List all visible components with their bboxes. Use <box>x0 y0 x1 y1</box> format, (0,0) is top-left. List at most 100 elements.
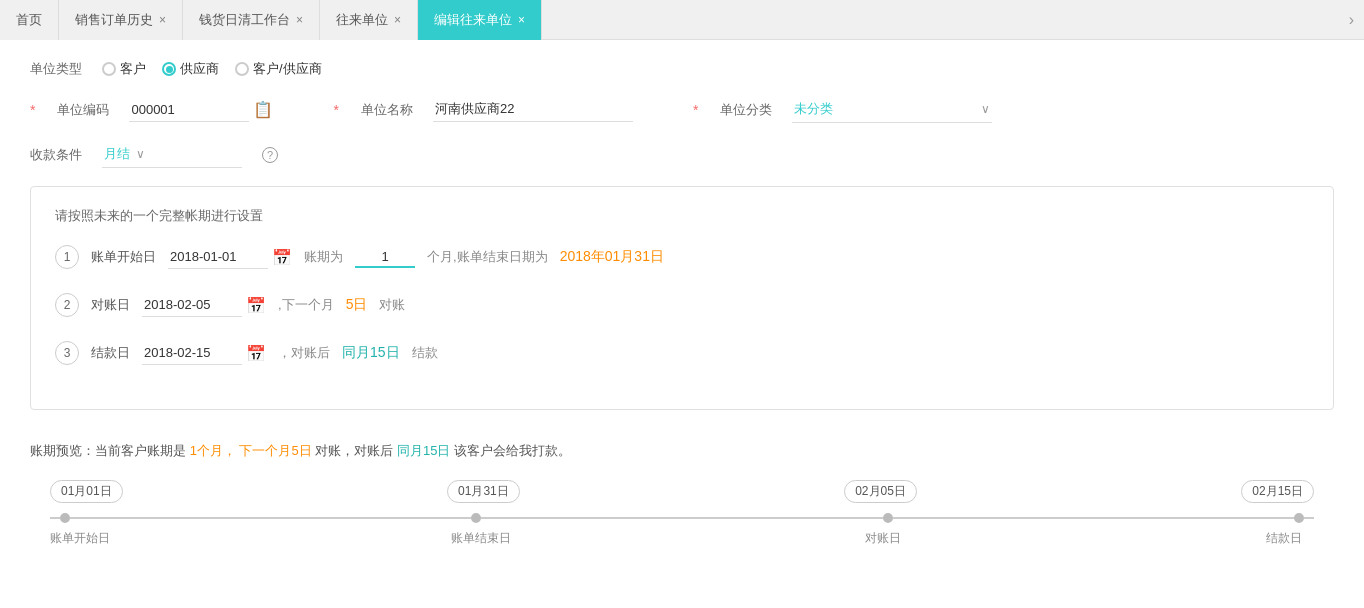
timeline-boxes-row: 01月01日 01月31日 02月05日 02月15日 <box>50 480 1314 513</box>
period-suffix: 个月,账单结束日期为 <box>427 248 548 266</box>
payment-cal-icon[interactable]: 📅 <box>246 344 266 363</box>
tl-line-2 <box>481 517 882 519</box>
radio-group: 客户 供应商 客户/供应商 <box>102 60 322 78</box>
setting-row-2: 2 对账日 📅 ,下一个月 5日 对账 <box>55 293 1309 317</box>
label-start-date: 账单开始日 <box>91 248 156 266</box>
tl-dot-1 <box>60 513 70 523</box>
settings-title: 请按照未来的一个完整帐期进行设置 <box>55 207 1309 225</box>
step-2: 2 <box>55 293 79 317</box>
help-icon[interactable]: ? <box>262 147 278 163</box>
tab-home[interactable]: 首页 <box>0 0 59 40</box>
payment-dropdown-arrow: ∨ <box>136 147 145 161</box>
preview-section: 账期预览：当前客户账期是 1个月， 下一个月5日 对账，对账后 同月15日 该客… <box>30 426 1334 547</box>
end-date-highlight: 2018年01月31日 <box>560 248 664 266</box>
timeline-container: 01月01日 01月31日 02月05日 02月15日 <box>30 480 1334 547</box>
payment-terms-value: 月结 <box>104 145 130 163</box>
tab-bar: 首页 销售订单历史 × 钱货日清工作台 × 往来单位 × 编辑往来单位 × › <box>0 0 1364 40</box>
payment-prefix: ，对账后 <box>278 344 330 362</box>
payment-terms-label: 收款条件 <box>30 146 82 164</box>
payment-terms-row: 收款条件 月结 ∨ ? <box>30 141 1334 168</box>
payment-terms-dropdown[interactable]: 月结 ∨ <box>102 141 242 168</box>
tl-node-1: 01月01日 <box>50 480 123 507</box>
period-prefix: 账期为 <box>304 248 343 266</box>
preview-payment-suffix: 该客户会给我打款。 <box>454 443 571 458</box>
close-tab-cash-work[interactable]: × <box>296 13 303 27</box>
unit-name-label: 单位名称 <box>361 101 413 119</box>
tl-line-start <box>50 517 60 519</box>
req-star-code: * <box>30 102 35 118</box>
reconcile-date-input[interactable] <box>142 293 242 317</box>
unit-code-icon[interactable]: 📋 <box>253 100 273 119</box>
unit-cat-label: 单位分类 <box>720 101 772 119</box>
reconcile-suffix: 对账 <box>379 296 405 314</box>
tl-node-4: 02月15日 <box>1241 480 1314 507</box>
radio-customer[interactable]: 客户 <box>102 60 146 78</box>
tab-sales-order[interactable]: 销售订单历史 × <box>59 0 183 40</box>
label-payment-date: 结款日 <box>91 344 130 362</box>
tab-partner-units[interactable]: 往来单位 × <box>320 0 418 40</box>
preview-period: 1个月， <box>190 443 236 458</box>
payment-date-field: 📅 <box>142 341 266 365</box>
close-tab-partner[interactable]: × <box>394 13 401 27</box>
tl-dot-3 <box>883 513 893 523</box>
setting-row-1: 1 账单开始日 📅 账期为 个月,账单结束日期为 2018年01月31日 <box>55 245 1309 269</box>
unit-cat-value: 未分类 <box>794 100 833 118</box>
tl-bottom-label-2: 账单结束日 <box>451 529 511 547</box>
req-star-cat: * <box>693 102 698 118</box>
unit-code-input[interactable] <box>129 98 249 122</box>
payment-date-input[interactable] <box>142 341 242 365</box>
tl-line-end <box>1304 517 1314 519</box>
tl-bottom-label-1: 账单开始日 <box>50 529 110 547</box>
radio-cs-circle <box>235 62 249 76</box>
expand-icon[interactable]: › <box>1339 11 1364 29</box>
tl-date-4: 02月15日 <box>1241 480 1314 503</box>
unit-type-label: 单位类型 <box>30 60 82 78</box>
tl-node-3: 02月05日 <box>844 480 917 507</box>
timeline-labels-row: 账单开始日 账单结束日 对账日 结款日 <box>50 523 1314 547</box>
reconcile-day-highlight: 5日 <box>346 296 368 314</box>
unit-cat-arrow: ∨ <box>981 102 990 116</box>
setting-row-3: 3 结款日 📅 ，对账后 同月15日 结款 <box>55 341 1309 365</box>
preview-payment: 同月15日 <box>397 443 450 458</box>
tl-dot-2 <box>471 513 481 523</box>
unit-code-label: 单位编码 <box>57 101 109 119</box>
preview-text: 账期预览：当前客户账期是 1个月， 下一个月5日 对账，对账后 同月15日 该客… <box>30 442 1334 460</box>
close-tab-sales-order[interactable]: × <box>159 13 166 27</box>
tl-line-3 <box>893 517 1294 519</box>
tl-line-1 <box>70 517 471 519</box>
preview-reconcile: 下一个月5日 <box>239 443 311 458</box>
tl-date-1: 01月01日 <box>50 480 123 503</box>
tl-dot-4 <box>1294 513 1304 523</box>
radio-customer-supplier[interactable]: 客户/供应商 <box>235 60 322 78</box>
timeline-line-row <box>50 513 1314 523</box>
start-date-input[interactable] <box>168 245 268 269</box>
unit-info-row: * 单位编码 📋 * 单位名称 * 单位分类 未分类 ∨ <box>30 96 1334 123</box>
step-3: 3 <box>55 341 79 365</box>
reconcile-date-field: 📅 <box>142 293 266 317</box>
tl-bottom-label-4: 结款日 <box>1254 529 1314 547</box>
radio-customer-circle <box>102 62 116 76</box>
preview-reconcile-suffix: 对账，对账后 <box>315 443 393 458</box>
tl-date-2: 01月31日 <box>447 480 520 503</box>
step-1: 1 <box>55 245 79 269</box>
reconcile-prefix: ,下一个月 <box>278 296 334 314</box>
radio-supplier[interactable]: 供应商 <box>162 60 219 78</box>
close-tab-edit-partner[interactable]: × <box>518 13 525 27</box>
tab-edit-partner[interactable]: 编辑往来单位 × <box>418 0 542 40</box>
unit-name-input[interactable] <box>433 98 633 122</box>
unit-cat-dropdown[interactable]: 未分类 ∨ <box>792 96 992 123</box>
settings-box: 请按照未来的一个完整帐期进行设置 1 账单开始日 📅 账期为 个月,账单结束日期… <box>30 186 1334 410</box>
label-reconcile-date: 对账日 <box>91 296 130 314</box>
req-star-name: * <box>333 102 338 118</box>
start-date-field: 📅 <box>168 245 292 269</box>
payment-suffix: 结款 <box>412 344 438 362</box>
unit-code-field: 📋 <box>129 98 273 122</box>
reconcile-cal-icon[interactable]: 📅 <box>246 296 266 315</box>
tl-bottom-label-3: 对账日 <box>853 529 913 547</box>
period-input[interactable] <box>355 247 415 268</box>
main-content: 单位类型 客户 供应商 客户/供应商 * 单位编码 📋 * 单位名称 * <box>0 40 1364 608</box>
unit-type-row: 单位类型 客户 供应商 客户/供应商 <box>30 60 1334 78</box>
tab-cash-work[interactable]: 钱货日清工作台 × <box>183 0 320 40</box>
start-date-cal-icon[interactable]: 📅 <box>272 248 292 267</box>
preview-label: 账期预览：当前客户账期是 <box>30 443 186 458</box>
